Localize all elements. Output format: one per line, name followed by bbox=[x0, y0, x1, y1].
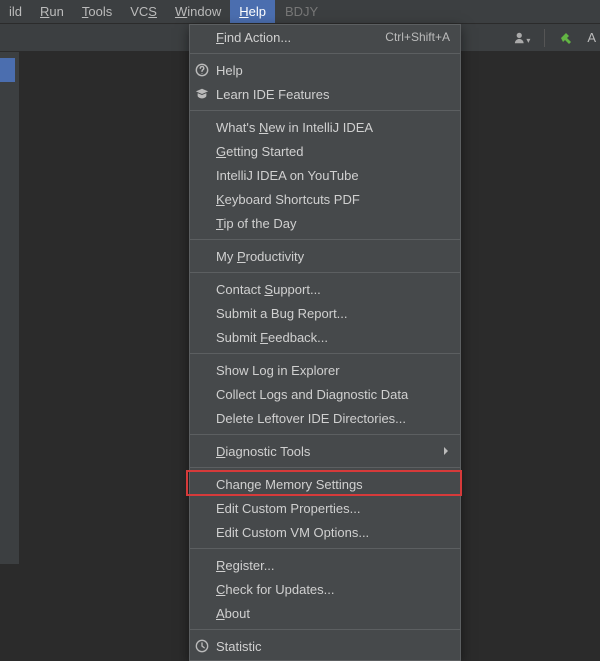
help-menu-diagnostic-tools[interactable]: Diagnostic Tools bbox=[190, 439, 460, 463]
menu-item-label: My Productivity bbox=[216, 249, 304, 264]
user-switch-icon[interactable]: ▾ bbox=[514, 29, 532, 47]
menubar: ild Run Tools VCS Window Help BDJY bbox=[0, 0, 600, 24]
menu-shortcut: Ctrl+Shift+A bbox=[385, 30, 450, 44]
menu-separator bbox=[190, 239, 460, 240]
menu-separator bbox=[190, 467, 460, 468]
menu-item-label: Keyboard Shortcuts PDF bbox=[216, 192, 360, 207]
grad-icon bbox=[194, 86, 210, 102]
help-menu-getting-started[interactable]: Getting Started bbox=[190, 139, 460, 163]
menu-item-label: Learn IDE Features bbox=[216, 87, 329, 102]
help-menu-edit-custom-properties[interactable]: Edit Custom Properties... bbox=[190, 496, 460, 520]
help-menu-contact-support[interactable]: Contact Support... bbox=[190, 277, 460, 301]
question-icon bbox=[194, 62, 210, 78]
menu-separator bbox=[190, 353, 460, 354]
menu-item-label: Tip of the Day bbox=[216, 216, 296, 231]
menu-item-label: Change Memory Settings bbox=[216, 477, 363, 492]
menu-separator bbox=[190, 434, 460, 435]
menu-item-label: Edit Custom VM Options... bbox=[216, 525, 369, 540]
menu-separator bbox=[190, 53, 460, 54]
help-dropdown: Find Action... Ctrl+Shift+A Help Learn IDE … bbox=[189, 24, 461, 661]
help-menu-submit-feedback[interactable]: Submit Feedback... bbox=[190, 325, 460, 349]
help-menu-show-log-in-explorer[interactable]: Show Log in Explorer bbox=[190, 358, 460, 382]
menu-item-label: Help bbox=[216, 63, 243, 78]
help-menu-my-productivity[interactable]: My Productivity bbox=[190, 244, 460, 268]
menu-item-label: Submit Feedback... bbox=[216, 330, 328, 345]
project-name: BDJY bbox=[275, 0, 328, 23]
menu-separator bbox=[190, 272, 460, 273]
menu-build[interactable]: ild bbox=[0, 0, 31, 23]
help-menu-about[interactable]: About bbox=[190, 601, 460, 625]
help-menu-help[interactable]: Help bbox=[190, 58, 460, 82]
project-toolwindow-tab[interactable] bbox=[0, 58, 15, 82]
menu-item-label: Show Log in Explorer bbox=[216, 363, 340, 378]
menu-vcs[interactable]: VCS bbox=[121, 0, 166, 23]
help-menu-what-s-new-in-intellij-idea[interactable]: What's New in IntelliJ IDEA bbox=[190, 115, 460, 139]
menu-item-label: Diagnostic Tools bbox=[216, 444, 310, 459]
help-menu-find-action[interactable]: Find Action... Ctrl+Shift+A bbox=[190, 25, 460, 49]
menu-separator bbox=[190, 548, 460, 549]
menu-item-label: Submit a Bug Report... bbox=[216, 306, 348, 321]
help-menu-keyboard-shortcuts-pdf[interactable]: Keyboard Shortcuts PDF bbox=[190, 187, 460, 211]
menu-run[interactable]: Run bbox=[31, 0, 73, 23]
help-menu-check-for-updates[interactable]: Check for Updates... bbox=[190, 577, 460, 601]
menu-item-label: IntelliJ IDEA on YouTube bbox=[216, 168, 359, 183]
clock-icon bbox=[194, 638, 210, 654]
menu-item-label: Delete Leftover IDE Directories... bbox=[216, 411, 406, 426]
menu-item-label: Register... bbox=[216, 558, 275, 573]
menu-item-label: Check for Updates... bbox=[216, 582, 335, 597]
menu-item-label: Statistic bbox=[216, 639, 262, 654]
help-menu-edit-custom-vm-options[interactable]: Edit Custom VM Options... bbox=[190, 520, 460, 544]
menu-separator bbox=[190, 110, 460, 111]
help-menu-intellij-idea-on-youtube[interactable]: IntelliJ IDEA on YouTube bbox=[190, 163, 460, 187]
submenu-arrow-icon bbox=[442, 444, 450, 459]
menu-item-label: Edit Custom Properties... bbox=[216, 501, 361, 516]
menu-item-label: Getting Started bbox=[216, 144, 303, 159]
menu-item-label: Find Action... bbox=[216, 30, 291, 45]
menu-item-label: Collect Logs and Diagnostic Data bbox=[216, 387, 408, 402]
menu-tools[interactable]: Tools bbox=[73, 0, 121, 23]
help-menu-learn-ide-features[interactable]: Learn IDE Features bbox=[190, 82, 460, 106]
help-menu-register[interactable]: Register... bbox=[190, 553, 460, 577]
menu-help[interactable]: Help bbox=[230, 0, 275, 23]
help-menu-submit-a-bug-report[interactable]: Submit a Bug Report... bbox=[190, 301, 460, 325]
toolbar-sep bbox=[544, 29, 545, 47]
menu-window[interactable]: Window bbox=[166, 0, 230, 23]
help-menu-statistic[interactable]: Statistic bbox=[190, 634, 460, 658]
menu-item-label: About bbox=[216, 606, 250, 621]
left-gutter bbox=[0, 52, 20, 564]
help-menu-collect-logs-and-diagnostic-data[interactable]: Collect Logs and Diagnostic Data bbox=[190, 382, 460, 406]
help-menu-change-memory-settings[interactable]: Change Memory Settings bbox=[190, 472, 460, 496]
build-hammer-icon[interactable] bbox=[557, 29, 575, 47]
help-menu-delete-leftover-ide-directories[interactable]: Delete Leftover IDE Directories... bbox=[190, 406, 460, 430]
menu-item-label: What's New in IntelliJ IDEA bbox=[216, 120, 373, 135]
menu-item-label: Contact Support... bbox=[216, 282, 321, 297]
help-menu-tip-of-the-day[interactable]: Tip of the Day bbox=[190, 211, 460, 235]
run-target-label[interactable]: A bbox=[587, 30, 596, 45]
menu-separator bbox=[190, 629, 460, 630]
